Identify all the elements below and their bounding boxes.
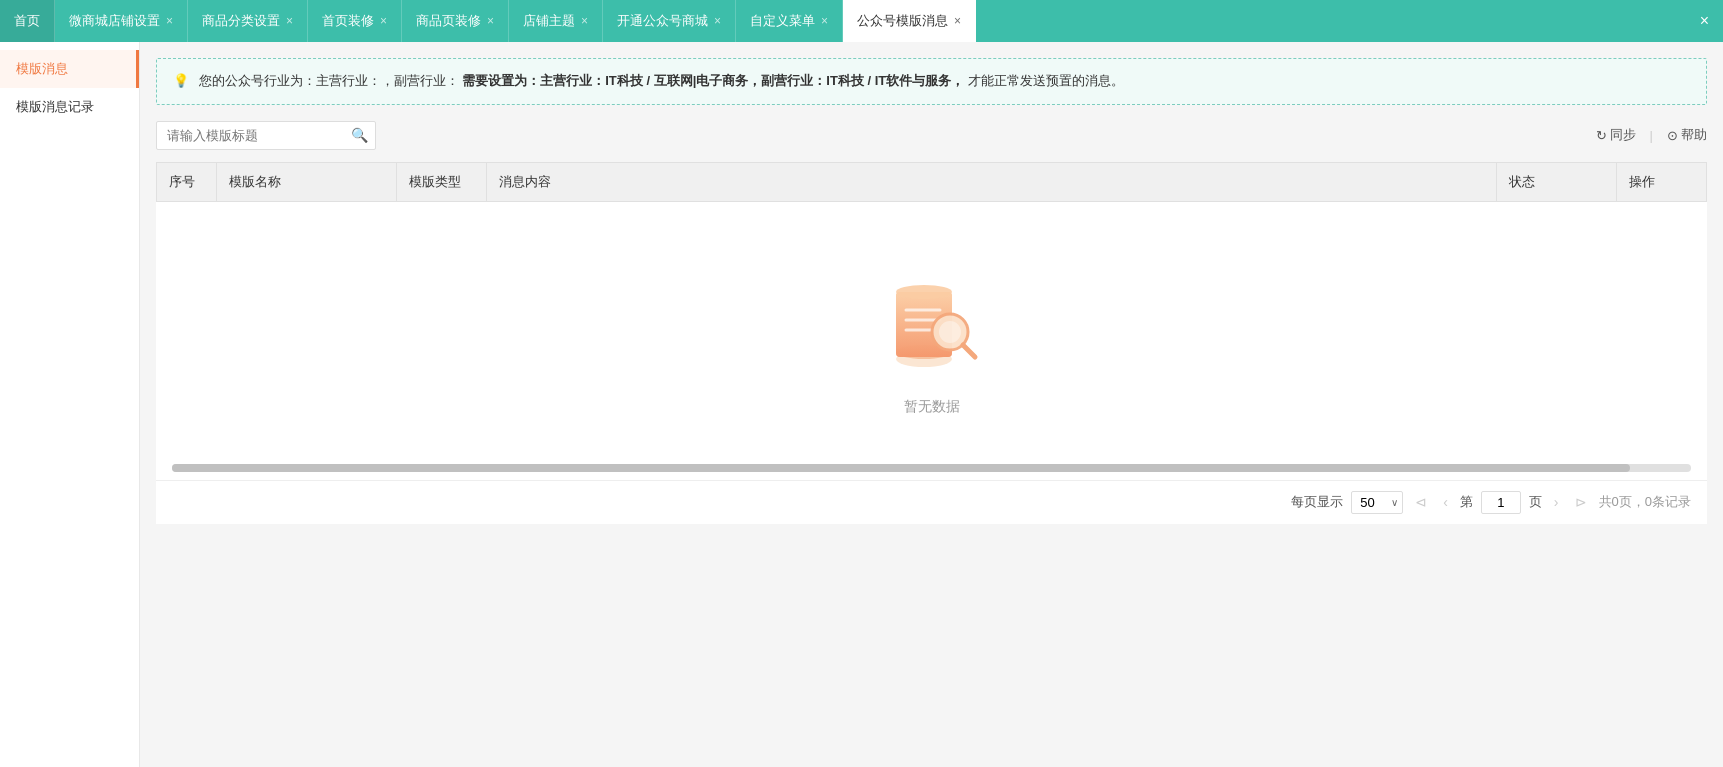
nav-tab-mall[interactable]: 开通公众号商城 × <box>603 0 736 42</box>
search-left: 🔍 <box>156 121 376 150</box>
close-tab-theme[interactable]: × <box>581 14 588 28</box>
nav-tab-homepage[interactable]: 首页装修 × <box>308 0 402 42</box>
notice-icon: 💡 <box>173 73 189 88</box>
page-label-post: 页 <box>1529 493 1542 511</box>
svg-point-10 <box>939 321 961 343</box>
scroll-thumb[interactable] <box>172 464 1630 472</box>
search-right: ↻ 同步 | ⊙ 帮助 <box>1596 126 1707 144</box>
notice-box: 💡 您的公众号行业为：主营行业：，副营行业： 需要设置为：主营行业：IT科技 /… <box>156 58 1707 105</box>
close-tab-mall[interactable]: × <box>714 14 721 28</box>
sidebar: 模版消息 模版消息记录 <box>0 42 140 767</box>
nav-tab-menu[interactable]: 自定义菜单 × <box>736 0 843 42</box>
table-container: 序号 模版名称 模版类型 消息内容 状态 操作 <box>156 162 1707 456</box>
data-table: 序号 模版名称 模版类型 消息内容 状态 操作 <box>156 162 1707 456</box>
first-page-button[interactable]: ⊲ <box>1411 492 1431 512</box>
sync-icon: ↻ <box>1596 128 1607 143</box>
main-layout: 模版消息 模版消息记录 💡 您的公众号行业为：主营行业：，副营行业： 需要设置为… <box>0 42 1723 767</box>
col-status: 状态 <box>1497 162 1617 201</box>
close-tab-menu[interactable]: × <box>821 14 828 28</box>
col-seq: 序号 <box>157 162 217 201</box>
nav-tab-productpage[interactable]: 商品页装修 × <box>402 0 509 42</box>
next-page-button[interactable]: › <box>1550 492 1563 512</box>
page-size-select[interactable]: 50 10 20 100 <box>1351 491 1403 514</box>
sidebar-item-template-record[interactable]: 模版消息记录 <box>0 88 139 126</box>
nav-tab-template[interactable]: 公众号模版消息 × <box>843 0 976 42</box>
search-input[interactable] <box>156 121 376 150</box>
sync-button[interactable]: ↻ 同步 <box>1596 126 1636 144</box>
search-button[interactable]: 🔍 <box>351 127 368 143</box>
empty-state: 暂无数据 <box>157 202 1707 456</box>
page-input[interactable] <box>1481 491 1521 514</box>
close-all-button[interactable]: × <box>1686 0 1723 42</box>
page-label-pre: 第 <box>1460 493 1473 511</box>
pagination: 每页显示 50 10 20 100 ⊲ ‹ 第 页 › ⊳ 共0页，0条记录 <box>156 480 1707 524</box>
divider: | <box>1650 128 1653 143</box>
col-name: 模版名称 <box>217 162 397 201</box>
col-type: 模版类型 <box>397 162 487 201</box>
close-tab-category[interactable]: × <box>286 14 293 28</box>
empty-text: 暂无数据 <box>904 398 960 416</box>
search-input-wrap: 🔍 <box>156 121 376 150</box>
page-size-select-wrap: 50 10 20 100 <box>1351 491 1403 514</box>
col-content: 消息内容 <box>487 162 1497 201</box>
last-page-button[interactable]: ⊳ <box>1571 492 1591 512</box>
scroll-track[interactable] <box>172 464 1691 472</box>
scroll-track-wrap <box>156 456 1707 480</box>
svg-line-9 <box>963 345 975 357</box>
total-text: 共0页，0条记录 <box>1599 493 1691 511</box>
prev-page-button[interactable]: ‹ <box>1439 492 1452 512</box>
close-tab-weshop[interactable]: × <box>166 14 173 28</box>
close-tab-productpage[interactable]: × <box>487 14 494 28</box>
content-area: 💡 您的公众号行业为：主营行业：，副营行业： 需要设置为：主营行业：IT科技 /… <box>140 42 1723 767</box>
nav-tab-category[interactable]: 商品分类设置 × <box>188 0 308 42</box>
col-action: 操作 <box>1617 162 1707 201</box>
close-tab-template[interactable]: × <box>954 14 961 28</box>
page-size-label: 每页显示 <box>1291 493 1343 511</box>
top-nav: 首页 微商城店铺设置 × 商品分类设置 × 首页装修 × 商品页装修 × 店铺主… <box>0 0 1723 42</box>
nav-tab-home[interactable]: 首页 <box>0 0 55 42</box>
nav-tab-theme[interactable]: 店铺主题 × <box>509 0 603 42</box>
empty-illustration <box>872 262 992 382</box>
close-tab-homepage[interactable]: × <box>380 14 387 28</box>
search-bar: 🔍 ↻ 同步 | ⊙ 帮助 <box>156 121 1707 150</box>
svg-point-7 <box>896 285 952 299</box>
help-button[interactable]: ⊙ 帮助 <box>1667 126 1707 144</box>
sidebar-item-template-msg[interactable]: 模版消息 <box>0 50 139 88</box>
nav-tab-weshop[interactable]: 微商城店铺设置 × <box>55 0 188 42</box>
help-icon: ⊙ <box>1667 128 1678 143</box>
